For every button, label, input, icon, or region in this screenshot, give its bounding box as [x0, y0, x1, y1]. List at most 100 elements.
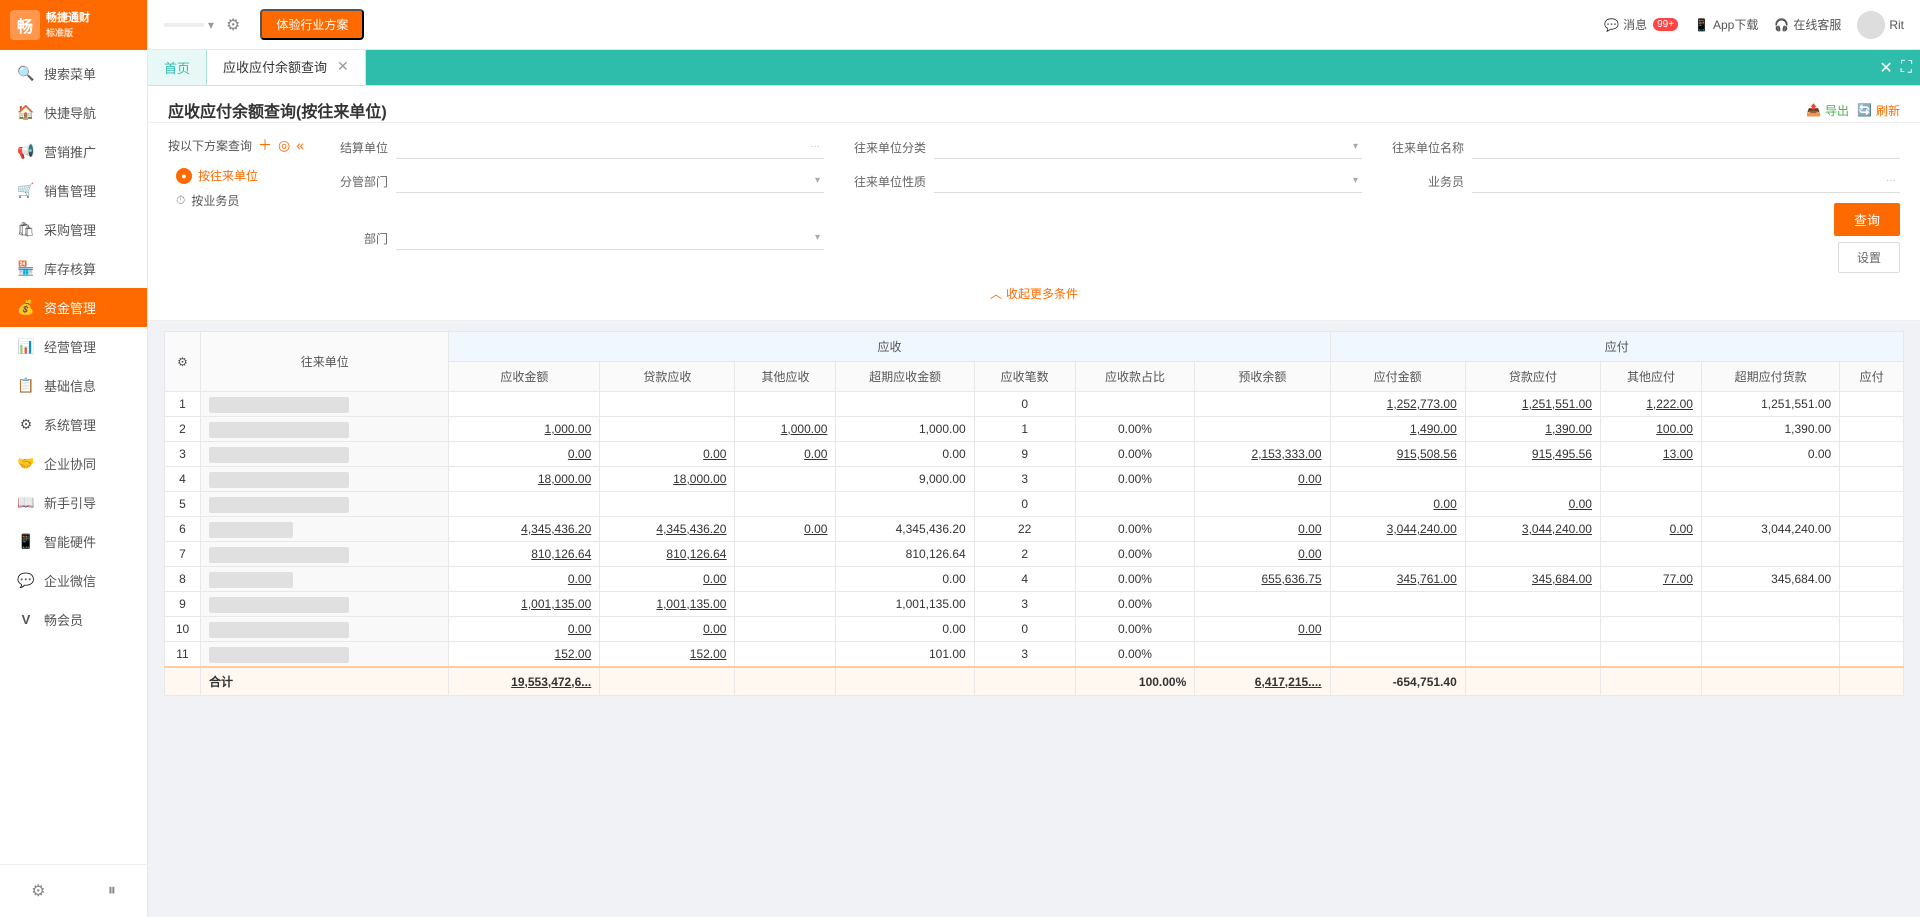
table-cell[interactable] — [735, 542, 836, 567]
table-cell[interactable] — [1465, 592, 1600, 617]
table-cell[interactable]: 3,044,240.00 — [1465, 517, 1600, 542]
table-cell[interactable]: 13.00 — [1600, 442, 1701, 467]
table-cell[interactable]: 2,153,333.00 — [1195, 442, 1330, 467]
sidebar-item-operation[interactable]: 📊 经营管理 — [0, 327, 147, 366]
table-cell[interactable] — [1465, 467, 1600, 492]
table-cell[interactable]: 100.00 — [1600, 417, 1701, 442]
table-cell[interactable] — [1330, 467, 1465, 492]
table-cell[interactable] — [1195, 642, 1330, 668]
table-cell[interactable] — [600, 417, 735, 442]
dept2-select[interactable]: ▾ — [396, 226, 824, 250]
sidebar-item-marketing[interactable]: 📢 营销推广 — [0, 132, 147, 171]
online-service-button[interactable]: 🎧 在线客服 — [1774, 16, 1841, 33]
table-cell[interactable] — [1600, 542, 1701, 567]
table-cell[interactable]: 1,490.00 — [1330, 417, 1465, 442]
table-cell[interactable] — [449, 492, 600, 517]
table-cell[interactable]: 810,126.64 — [600, 542, 735, 567]
settings-circle-icon[interactable]: ◎ — [278, 137, 290, 154]
table-cell[interactable]: 0.00 — [735, 517, 836, 542]
table-cell[interactable]: 0.00 — [1330, 492, 1465, 517]
table-cell[interactable]: 345,761.00 — [1330, 567, 1465, 592]
app-download-button[interactable]: 📱 App下载 — [1694, 16, 1758, 33]
sidebar-item-finance[interactable]: 💰 资金管理 — [0, 288, 147, 327]
settlement-input[interactable]: ··· — [396, 135, 824, 159]
table-cell[interactable]: 0.00 — [600, 567, 735, 592]
table-cell[interactable] — [449, 392, 600, 417]
table-cell[interactable]: 1,390.00 — [1465, 417, 1600, 442]
table-cell[interactable]: 1,001,135.00 — [600, 592, 735, 617]
table-cell[interactable] — [600, 492, 735, 517]
table-cell[interactable]: 915,508.56 — [1330, 442, 1465, 467]
sidebar-item-quick[interactable]: 🏠 快捷导航 — [0, 93, 147, 132]
collapse-left-icon[interactable]: « — [296, 137, 304, 153]
table-cell[interactable]: 1,222.00 — [1600, 392, 1701, 417]
sidebar-item-purchase[interactable]: 🛍 采购管理 — [0, 210, 147, 249]
table-cell[interactable]: 1,001,135.00 — [449, 592, 600, 617]
table-cell[interactable]: 0.00 — [1195, 617, 1330, 642]
col-settings-icon[interactable]: ⚙ — [165, 332, 201, 392]
footer-prepaid[interactable]: 6,417,215.... — [1195, 667, 1330, 696]
table-cell[interactable]: 345,684.00 — [1465, 567, 1600, 592]
table-cell[interactable] — [1330, 617, 1465, 642]
refresh-button[interactable]: 🔄 刷新 — [1857, 102, 1900, 119]
table-cell[interactable]: 0.00 — [449, 567, 600, 592]
sidebar-item-member[interactable]: V 畅会员 — [0, 600, 147, 639]
table-cell[interactable] — [1330, 642, 1465, 668]
table-cell[interactable]: 152.00 — [600, 642, 735, 668]
table-cell[interactable] — [735, 392, 836, 417]
table-cell[interactable] — [1600, 467, 1701, 492]
query-button[interactable]: 查询 — [1834, 203, 1900, 236]
table-cell[interactable]: 1,252,773.00 — [1330, 392, 1465, 417]
table-cell[interactable] — [1600, 617, 1701, 642]
table-cell[interactable] — [1465, 542, 1600, 567]
table-cell[interactable]: 0.00 — [1195, 517, 1330, 542]
sidebar-item-inventory[interactable]: 🏪 库存核算 — [0, 249, 147, 288]
table-cell[interactable]: 0.00 — [449, 442, 600, 467]
table-cell[interactable] — [1600, 592, 1701, 617]
sidebar-item-sales[interactable]: 🛒 销售管理 — [0, 171, 147, 210]
sidebar-item-guide[interactable]: 📖 新手引导 — [0, 483, 147, 522]
partner-category-select[interactable]: ▾ — [934, 135, 1362, 159]
table-cell[interactable]: 3,044,240.00 — [1330, 517, 1465, 542]
table-cell[interactable] — [735, 642, 836, 668]
collapse-more-bar[interactable]: ︿ 收起更多条件 — [168, 279, 1900, 308]
table-cell[interactable] — [1600, 492, 1701, 517]
promo-button[interactable]: 体验行业方案 — [260, 9, 364, 40]
table-cell[interactable]: 1,251,551.00 — [1465, 392, 1600, 417]
nature-select[interactable]: ▾ — [934, 169, 1362, 193]
user-area[interactable]: Rit — [1857, 11, 1904, 39]
tab-home[interactable]: 首页 — [148, 50, 207, 85]
table-cell[interactable]: 1,000.00 — [735, 417, 836, 442]
mode-partner[interactable]: ● 按往来单位 — [168, 163, 304, 188]
tab-close-icon[interactable]: ✕ — [337, 58, 349, 75]
mode-salesman[interactable]: ⏱ 按业务员 — [168, 188, 304, 213]
settings-button[interactable]: 设置 — [1838, 242, 1900, 273]
sidebar-collapse-btn[interactable]: ⏸ — [96, 874, 128, 908]
table-cell[interactable] — [735, 492, 836, 517]
table-cell[interactable]: 0.00 — [1195, 467, 1330, 492]
table-cell[interactable]: 18,000.00 — [449, 467, 600, 492]
sidebar-item-search[interactable]: 🔍 搜索菜单 — [0, 54, 147, 93]
table-cell[interactable]: 0.00 — [600, 617, 735, 642]
table-cell[interactable] — [1195, 417, 1330, 442]
footer-ar-amount[interactable]: 19,553,472,6... — [449, 667, 600, 696]
table-cell[interactable]: 0.00 — [735, 442, 836, 467]
table-cell[interactable]: 1,000.00 — [449, 417, 600, 442]
table-cell[interactable]: 4,345,436.20 — [600, 517, 735, 542]
table-cell[interactable]: 152.00 — [449, 642, 600, 668]
sidebar-item-wechat[interactable]: 💬 企业微信 — [0, 561, 147, 600]
table-cell[interactable] — [1465, 617, 1600, 642]
table-cell[interactable] — [1195, 492, 1330, 517]
header-gear-icon[interactable]: ⚙ — [226, 15, 240, 35]
tab-maximize-icon[interactable]: ⛶ — [1901, 59, 1912, 77]
table-cell[interactable]: 915,495.56 — [1465, 442, 1600, 467]
sidebar-item-base[interactable]: 📋 基础信息 — [0, 366, 147, 405]
table-cell[interactable] — [1195, 592, 1330, 617]
table-cell[interactable] — [1195, 392, 1330, 417]
sidebar-settings-btn[interactable]: ⚙ — [19, 873, 57, 909]
table-cell[interactable] — [600, 392, 735, 417]
table-cell[interactable]: 655,636.75 — [1195, 567, 1330, 592]
tab-close-all-icon[interactable]: ✕ — [1879, 58, 1892, 78]
sidebar-item-system[interactable]: ⚙ 系统管理 — [0, 405, 147, 444]
table-cell[interactable] — [735, 567, 836, 592]
